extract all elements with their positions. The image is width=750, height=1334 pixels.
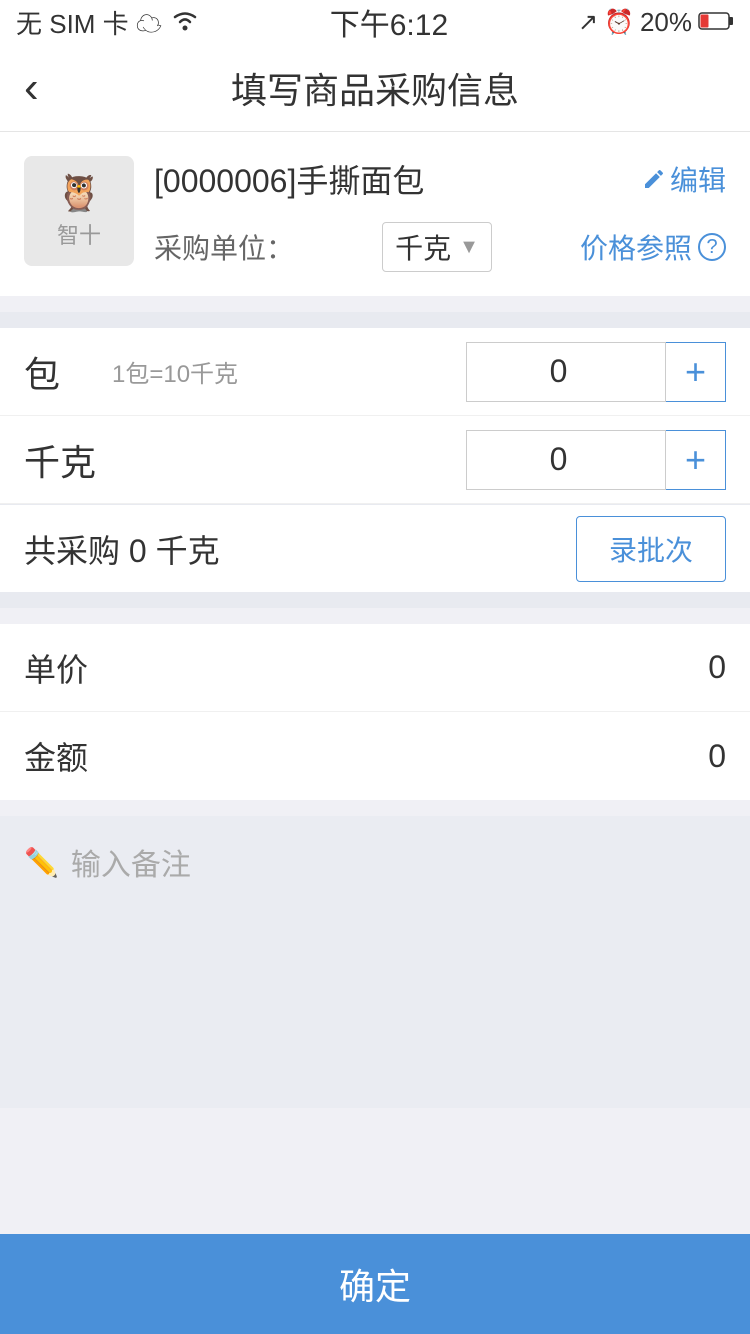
unit-value: 千克 [395,227,451,267]
product-info: [0000006]手撕面包 编辑 采购单位： 千克 ▼ 价格参照 ? [154,156,726,272]
unit-dropdown-arrow: ▼ [459,236,479,259]
quantity-row-bao: 包 1包=10千克 + [0,328,750,416]
product-section: 🦉 智十 [0000006]手撕面包 编辑 采购单位： 千克 ▼ [0,132,750,296]
price-label-unit: 单价 [24,645,88,691]
confirm-button[interactable]: 确定 [0,1234,750,1334]
price-label-amount: 金额 [24,733,88,779]
quantity-sublabel-bao: 1包=10千克 [112,354,238,389]
edit-link[interactable]: 编辑 [642,159,726,199]
price-row-unit: 单价 0 [0,624,750,712]
quantity-section: 包 1包=10千克 + 千克 + 共采购 0 千克 录批次 [0,328,750,592]
quantity-plus-kg[interactable]: + [666,430,726,490]
product-unit-row: 采购单位： 千克 ▼ 价格参照 ? [154,222,726,272]
bottom-spacer [0,908,750,1108]
note-section[interactable]: ✏️ 输入备注 [0,816,750,908]
nav-bar: ‹ 填写商品采购信息 [0,44,750,132]
product-name: [0000006]手撕面包 [154,156,424,202]
product-name-row: [0000006]手撕面包 编辑 [154,156,726,202]
status-bar-left: 无 SIM 卡 ☁ [16,4,200,41]
edit-label[interactable]: 编辑 [670,159,726,199]
location-icon: ↗ [578,8,598,37]
product-image-icon: 🦉 [57,172,102,214]
back-button[interactable]: ‹ [24,66,39,110]
unit-label: 采购单位： [154,227,294,267]
total-text: 共采购 0 千克 [24,526,220,572]
wifi-icon [170,7,200,38]
note-placeholder: 输入备注 [71,840,191,884]
price-section: 单价 0 金额 0 [0,624,750,800]
status-bar-time: 下午6:12 [330,0,448,44]
product-image: 🦉 智十 [24,156,134,266]
price-row-amount: 金额 0 [0,712,750,800]
quantity-label-bao: 包 [24,346,104,398]
price-ref-label: 价格参照 [580,227,692,267]
product-image-label: 智十 [57,218,101,250]
unit-select[interactable]: 千克 ▼ [382,222,492,272]
quantity-input-kg[interactable] [466,430,666,490]
price-value-amount: 0 [708,738,726,775]
page-title: 填写商品采购信息 [231,62,519,114]
quantity-label-kg: 千克 [24,434,104,486]
alarm-icon: ⏰ [604,8,634,37]
pencil-icon: ✏️ [24,846,59,879]
sim-status: 无 SIM 卡 ☁ [16,4,162,41]
price-ref-icon: ? [698,233,726,261]
quantity-input-bao[interactable] [466,342,666,402]
separator-1 [0,312,750,328]
quantity-input-wrapper-bao: + [466,342,726,402]
quantity-plus-bao[interactable]: + [666,342,726,402]
price-ref-button[interactable]: 价格参照 ? [580,227,726,267]
quantity-input-wrapper-kg: + [466,430,726,490]
total-row: 共采购 0 千克 录批次 [0,504,750,592]
quantity-row-kg: 千克 + [0,416,750,504]
battery-icon [698,7,734,38]
price-value-unit: 0 [708,649,726,686]
status-bar-right: ↗ ⏰ 20% [578,7,734,38]
battery-percent: 20% [640,7,692,38]
status-bar: 无 SIM 卡 ☁ 下午6:12 ↗ ⏰ 20% [0,0,750,44]
batch-button[interactable]: 录批次 [576,516,726,582]
separator-2 [0,592,750,608]
